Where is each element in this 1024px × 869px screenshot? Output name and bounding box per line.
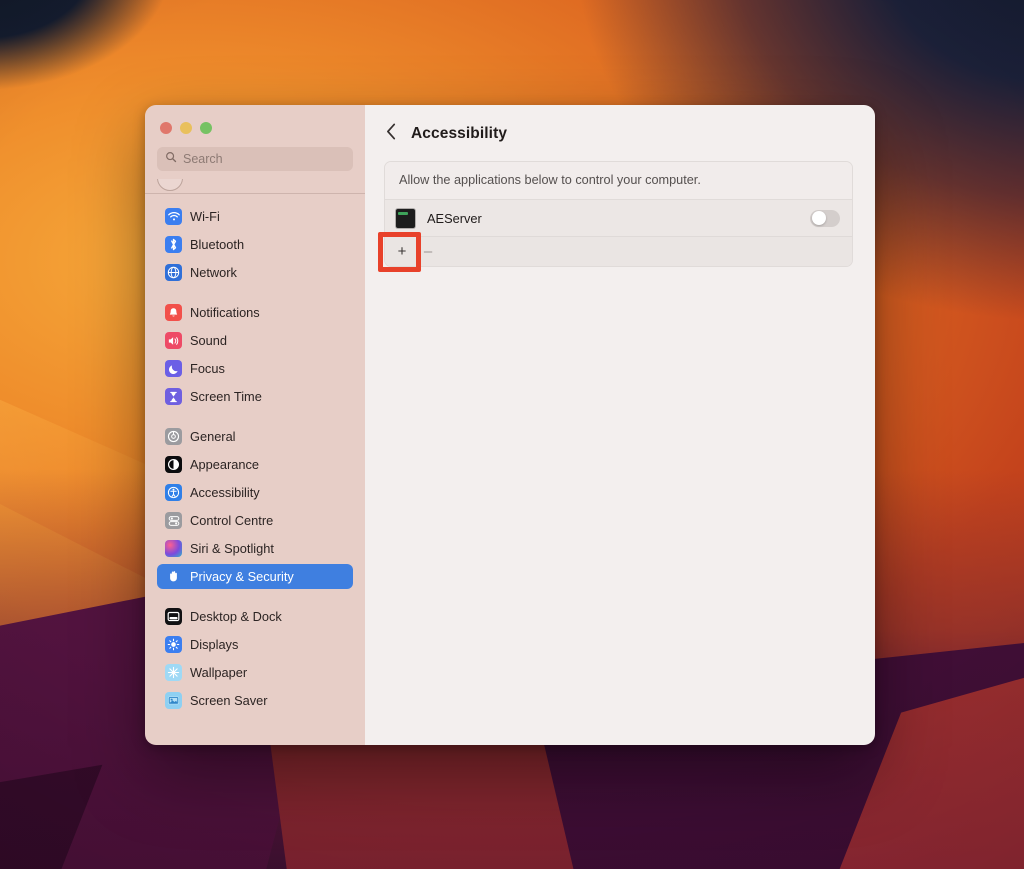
wifi-icon — [165, 208, 182, 225]
minimise-window-button[interactable] — [180, 122, 192, 134]
sidebar-item-siri-spotlight[interactable]: Siri & Spotlight — [157, 536, 353, 561]
sidebar-item-label: Privacy & Security — [190, 569, 294, 584]
screen-saver-icon — [165, 692, 182, 709]
sidebar-item-notifications[interactable]: Notifications — [157, 300, 353, 325]
close-window-button[interactable] — [160, 122, 172, 134]
sidebar-item-accessibility[interactable]: Accessibility — [157, 480, 353, 505]
desktop-wallpaper: Search — [0, 0, 1024, 869]
desktop-dock-icon — [165, 608, 182, 625]
sidebar-item-label: Notifications — [190, 305, 260, 320]
page-title: Accessibility — [411, 125, 507, 143]
focus-moon-icon — [165, 360, 182, 377]
notifications-bell-icon — [165, 304, 182, 321]
sidebar-item-displays[interactable]: Displays — [157, 632, 353, 657]
search-icon — [165, 150, 177, 168]
sidebar-item-wallpaper[interactable]: Wallpaper — [157, 660, 353, 685]
bluetooth-icon — [165, 236, 182, 253]
sidebar-divider — [145, 193, 365, 194]
sidebar-item-label: Network — [190, 265, 237, 280]
permissions-description: Allow the applications below to control … — [385, 162, 852, 200]
siri-icon — [165, 540, 182, 557]
search-placeholder-text: Search — [183, 152, 223, 166]
wallpaper-icon — [165, 664, 182, 681]
sidebar-item-label: Siri & Spotlight — [190, 541, 274, 556]
general-gear-icon — [165, 428, 182, 445]
sidebar-item-label: Displays — [190, 637, 238, 652]
sidebar-scroll-area[interactable]: Wi-Fi Bluetooth — [145, 179, 365, 745]
sidebar-item-screen-saver[interactable]: Screen Saver — [157, 688, 353, 713]
app-name-label: AEServer — [427, 211, 810, 226]
network-globe-icon — [165, 264, 182, 281]
sidebar-item-label: Screen Time — [190, 389, 262, 404]
sidebar-item-label: Wi-Fi — [190, 209, 220, 224]
sound-speaker-icon — [165, 332, 182, 349]
sidebar-item-label: General — [190, 429, 236, 444]
sidebar-item-label: Sound — [190, 333, 227, 348]
aeserver-permission-toggle[interactable] — [810, 210, 840, 227]
sidebar-item-label: Appearance — [190, 457, 259, 472]
search-input[interactable]: Search — [157, 147, 353, 171]
sidebar-item-privacy-security[interactable]: Privacy & Security — [157, 564, 353, 589]
sidebar-item-control-centre[interactable]: Control Centre — [157, 508, 353, 533]
appearance-contrast-icon — [165, 456, 182, 473]
privacy-hand-icon — [165, 568, 182, 585]
screen-time-hourglass-icon — [165, 388, 182, 405]
sidebar-item-label: Control Centre — [190, 513, 273, 528]
sidebar-item-network[interactable]: Network — [157, 260, 353, 285]
sidebar-item-wifi[interactable]: Wi-Fi — [157, 204, 353, 229]
sidebar-item-label: Focus — [190, 361, 225, 376]
add-remove-toolbar: + – — [385, 237, 852, 266]
sidebar-item-label: Accessibility — [190, 485, 260, 500]
sidebar-item-screen-time[interactable]: Screen Time — [157, 384, 353, 409]
sidebar-group-gap — [157, 288, 353, 300]
sidebar-group-gap — [157, 592, 353, 604]
sidebar-group-gap — [157, 412, 353, 424]
sidebar: Search — [145, 105, 365, 745]
system-settings-window: Search — [145, 105, 875, 745]
sidebar-item-sound[interactable]: Sound — [157, 328, 353, 353]
sidebar-item-label: Bluetooth — [190, 237, 244, 252]
accessibility-permissions-card: Allow the applications below to control … — [384, 161, 853, 267]
control-centre-icon — [165, 512, 182, 529]
sidebar-header: Search — [145, 105, 365, 179]
zoom-window-button[interactable] — [200, 122, 212, 134]
sidebar-item-label: Wallpaper — [190, 665, 247, 680]
accessibility-person-icon — [165, 484, 182, 501]
sidebar-item-bluetooth[interactable]: Bluetooth — [157, 232, 353, 257]
displays-sun-icon — [165, 636, 182, 653]
add-application-button[interactable]: + — [389, 240, 415, 264]
sidebar-item-label: Screen Saver — [190, 693, 268, 708]
aeserver-terminal-icon — [396, 209, 415, 228]
window-traffic-lights — [157, 122, 353, 147]
sidebar-item-general[interactable]: General — [157, 424, 353, 449]
sidebar-item-apple-id-clipped[interactable] — [157, 179, 353, 193]
sidebar-item-appearance[interactable]: Appearance — [157, 452, 353, 477]
sidebar-item-focus[interactable]: Focus — [157, 356, 353, 381]
chevron-left-icon — [386, 123, 397, 145]
sidebar-item-desktop-dock[interactable]: Desktop & Dock — [157, 604, 353, 629]
toggle-knob — [812, 211, 826, 225]
back-button[interactable] — [384, 124, 398, 144]
remove-application-button[interactable]: – — [415, 240, 441, 264]
content-pane: Accessibility Allow the applications bel… — [365, 105, 875, 745]
pane-header: Accessibility — [384, 119, 853, 149]
table-row[interactable]: AEServer — [385, 200, 852, 237]
sidebar-item-label: Desktop & Dock — [190, 609, 282, 624]
apple-id-avatar-icon — [157, 179, 183, 191]
